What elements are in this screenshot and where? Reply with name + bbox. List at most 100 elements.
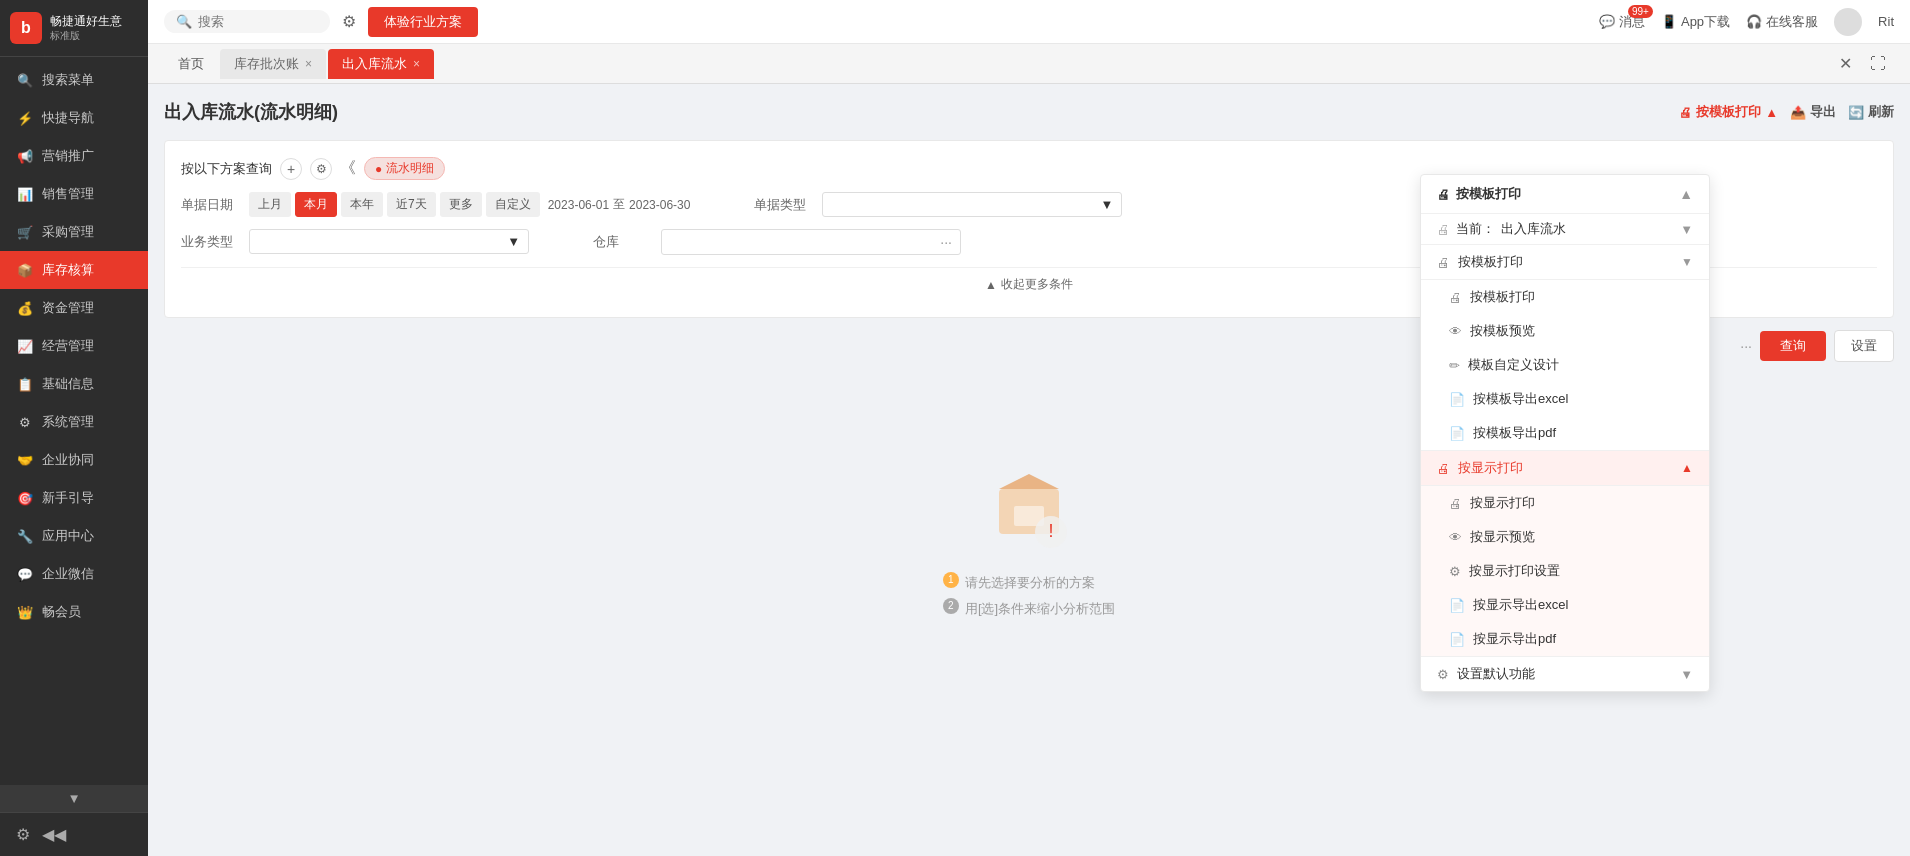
filter-date-more[interactable]: 更多 bbox=[440, 192, 482, 217]
sidebar-collapse-icon[interactable]: ◀◀ bbox=[42, 825, 66, 844]
filter-warehouse-select[interactable]: ··· bbox=[661, 229, 961, 255]
sidebar-item-member[interactable]: 👑 畅会员 bbox=[0, 593, 148, 631]
filter-tag-stream[interactable]: ● 流水明细 bbox=[364, 157, 445, 180]
sidebar-bottom: ⚙ ◀◀ bbox=[0, 812, 148, 856]
filter-warehouse-item: 仓库 ··· bbox=[593, 229, 961, 255]
tab-batch-account-close[interactable]: × bbox=[305, 57, 312, 71]
item-template-design-icon: ✏ bbox=[1449, 358, 1460, 373]
dropdown-current-info: 🖨 当前： 出入库流水 bbox=[1437, 220, 1566, 238]
tab-batch-account[interactable]: 库存批次账 × bbox=[220, 49, 326, 79]
item-template-pdf-icon: 📄 bbox=[1449, 426, 1465, 441]
dropdown-footer[interactable]: ⚙ 设置默认功能 ▼ bbox=[1421, 657, 1709, 691]
sidebar-item-quick-nav[interactable]: ⚡ 快捷导航 bbox=[0, 99, 148, 137]
sidebar-icon-member: 👑 bbox=[16, 603, 34, 621]
user-avatar[interactable] bbox=[1834, 8, 1862, 36]
filter-add-btn[interactable]: + bbox=[280, 158, 302, 180]
sidebar-item-sales[interactable]: 📊 销售管理 bbox=[0, 175, 148, 213]
username-label[interactable]: Rit bbox=[1878, 14, 1894, 29]
sidebar-item-marketing[interactable]: 📢 营销推广 bbox=[0, 137, 148, 175]
sidebar-settings-icon[interactable]: ⚙ bbox=[16, 825, 30, 844]
dropdown-template-header[interactable]: 🖨 按模板打印 ▼ bbox=[1421, 245, 1709, 279]
sidebar-item-wechat[interactable]: 💬 企业微信 bbox=[0, 555, 148, 593]
dropdown-item-template-pdf[interactable]: 📄 按模板导出pdf bbox=[1421, 416, 1709, 450]
sidebar-item-search[interactable]: 🔍 搜索菜单 bbox=[0, 61, 148, 99]
dropdown-item-display-print[interactable]: 🖨 按显示打印 bbox=[1421, 486, 1709, 520]
header-search-box[interactable]: 🔍 bbox=[164, 10, 330, 33]
filter-date-7days[interactable]: 近7天 bbox=[387, 192, 436, 217]
dropdown-item-template-excel[interactable]: 📄 按模板导出excel bbox=[1421, 382, 1709, 416]
filter-biz-select[interactable]: ▼ bbox=[249, 229, 529, 254]
sidebar-item-guide[interactable]: 🎯 新手引导 bbox=[0, 479, 148, 517]
export-btn[interactable]: 📤 导出 bbox=[1790, 103, 1836, 121]
tabs-bar: 首页 库存批次账 × 出入库流水 × ✕ ⛶ bbox=[148, 44, 1910, 84]
search-input[interactable] bbox=[198, 14, 318, 29]
filter-date-custom[interactable]: 自定义 bbox=[486, 192, 540, 217]
dropdown-current-section[interactable]: 🖨 当前： 出入库流水 ▼ bbox=[1421, 214, 1709, 245]
app-download-btn[interactable]: 📱 App下载 bbox=[1661, 13, 1730, 31]
tab-inventory-flow[interactable]: 出入库流水 × bbox=[328, 49, 434, 79]
dropdown-display-title: 🖨 按显示打印 bbox=[1437, 459, 1523, 477]
filter-biz-item: 业务类型 ▼ bbox=[181, 229, 529, 254]
filter-tag-icon: ● bbox=[375, 162, 382, 176]
refresh-icon: 🔄 bbox=[1848, 105, 1864, 120]
dropdown-title-text: 按模板打印 bbox=[1456, 185, 1521, 203]
empty-state-icon: ! bbox=[979, 454, 1079, 554]
online-service-label: 在线客服 bbox=[1766, 13, 1818, 31]
dropdown-panel-title: 🖨 按模板打印 bbox=[1437, 185, 1521, 203]
sidebar-item-operation[interactable]: 📈 经营管理 bbox=[0, 327, 148, 365]
tab-close-all-icon[interactable]: ✕ bbox=[1831, 54, 1860, 73]
sidebar-label-system: 系统管理 bbox=[42, 413, 94, 431]
sidebar-label-quick-nav: 快捷导航 bbox=[42, 109, 94, 127]
sidebar-item-purchase[interactable]: 🛒 采购管理 bbox=[0, 213, 148, 251]
sidebar-label-inventory: 库存核算 bbox=[42, 261, 94, 279]
query-btn[interactable]: 查询 bbox=[1760, 331, 1826, 361]
dropdown-panel-collapse-icon[interactable]: ▲ bbox=[1679, 186, 1693, 202]
svg-marker-1 bbox=[999, 474, 1059, 489]
filter-header-label: 按以下方案查询 bbox=[181, 160, 272, 178]
sidebar-scroll-down[interactable]: ▼ bbox=[0, 785, 148, 812]
header-gear-icon[interactable]: ⚙ bbox=[342, 12, 356, 31]
filter-date-this-year[interactable]: 本年 bbox=[341, 192, 383, 217]
item-display-pdf-label: 按显示导出pdf bbox=[1473, 630, 1556, 648]
filter-type-select[interactable]: ▼ bbox=[822, 192, 1122, 217]
tab-home[interactable]: 首页 bbox=[164, 49, 218, 79]
tab-expand-icon[interactable]: ⛶ bbox=[1862, 55, 1894, 73]
dropdown-item-template-design[interactable]: ✏ 模板自定义设计 bbox=[1421, 348, 1709, 382]
online-service-btn[interactable]: 🎧 在线客服 bbox=[1746, 13, 1818, 31]
sidebar-item-basic[interactable]: 📋 基础信息 bbox=[0, 365, 148, 403]
tab-inventory-flow-close[interactable]: × bbox=[413, 57, 420, 71]
sidebar-label-operation: 经营管理 bbox=[42, 337, 94, 355]
filter-tag-label: 流水明细 bbox=[386, 160, 434, 177]
settings-btn[interactable]: 设置 bbox=[1834, 330, 1894, 362]
item-display-print-icon: 🖨 bbox=[1449, 496, 1462, 511]
sidebar-item-finance[interactable]: 💰 资金管理 bbox=[0, 289, 148, 327]
item-display-excel-label: 按显示导出excel bbox=[1473, 596, 1568, 614]
dropdown-display-header[interactable]: 🖨 按显示打印 ▲ bbox=[1421, 451, 1709, 485]
filter-date-this-month[interactable]: 本月 bbox=[295, 192, 337, 217]
sidebar-item-app-center[interactable]: 🔧 应用中心 bbox=[0, 517, 148, 555]
print-btn[interactable]: 🖨 按模板打印 ▲ bbox=[1679, 103, 1778, 121]
sidebar-item-system[interactable]: ⚙ 系统管理 bbox=[0, 403, 148, 441]
dropdown-item-template-print[interactable]: 🖨 按模板打印 bbox=[1421, 280, 1709, 314]
trial-btn[interactable]: 体验行业方案 bbox=[368, 7, 478, 37]
refresh-btn[interactable]: 🔄 刷新 bbox=[1848, 103, 1894, 121]
dropdown-item-display-preview[interactable]: 👁 按显示预览 bbox=[1421, 520, 1709, 554]
sidebar-item-collab[interactable]: 🤝 企业协同 bbox=[0, 441, 148, 479]
collapse-arrow-icon: ▲ bbox=[985, 278, 997, 292]
dropdown-template-title: 🖨 按模板打印 bbox=[1437, 253, 1523, 271]
dropdown-current-arrow: ▼ bbox=[1680, 222, 1693, 237]
action-more-icon[interactable]: ··· bbox=[1740, 338, 1752, 354]
dropdown-item-display-pdf[interactable]: 📄 按显示导出pdf bbox=[1421, 622, 1709, 656]
dropdown-item-display-excel[interactable]: 📄 按显示导出excel bbox=[1421, 588, 1709, 622]
dropdown-panel-header: 🖨 按模板打印 ▲ bbox=[1421, 175, 1709, 214]
dropdown-item-display-settings[interactable]: ⚙ 按显示打印设置 bbox=[1421, 554, 1709, 588]
sidebar-icon-quick-nav: ⚡ bbox=[16, 109, 34, 127]
sidebar-icon-sales: 📊 bbox=[16, 185, 34, 203]
dropdown-item-template-preview[interactable]: 👁 按模板预览 bbox=[1421, 314, 1709, 348]
filter-date-last-month[interactable]: 上月 bbox=[249, 192, 291, 217]
filter-collapse-icon[interactable]: 《 bbox=[340, 158, 356, 179]
sidebar-item-inventory[interactable]: 📦 库存核算 bbox=[0, 251, 148, 289]
filter-settings-btn[interactable]: ⚙ bbox=[310, 158, 332, 180]
print-arrow-icon: ▲ bbox=[1765, 105, 1778, 120]
message-btn[interactable]: 💬 消息 99+ bbox=[1599, 13, 1645, 31]
